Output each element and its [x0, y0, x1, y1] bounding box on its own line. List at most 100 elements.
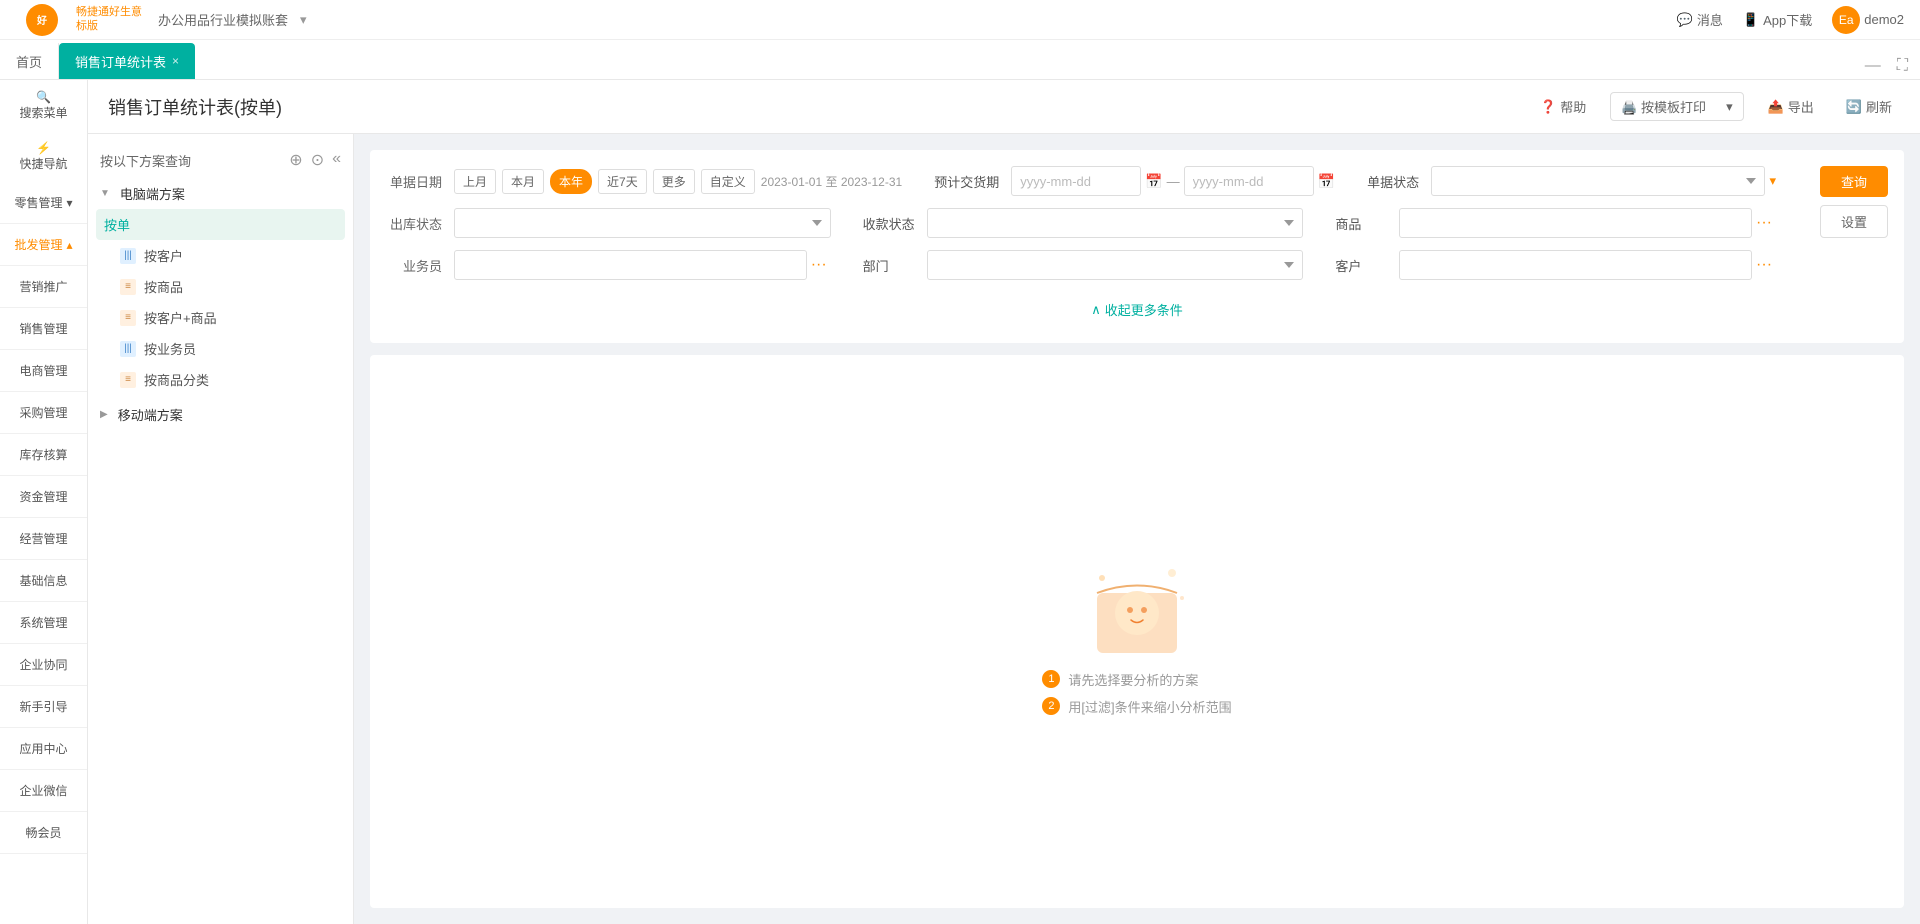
analysis-panel-title: 按以下方案查询 — [100, 151, 191, 170]
pc-scheme-title[interactable]: ▼ 电脑端方案 — [88, 178, 353, 209]
prev-month-btn[interactable]: 上月 — [454, 169, 496, 194]
tab-home-label: 首页 — [16, 52, 42, 71]
status-label: 单据状态 — [1367, 172, 1419, 191]
sidebar-marketing-label: 营销推广 — [8, 278, 79, 295]
department-select[interactable] — [927, 250, 1304, 280]
user-menu[interactable]: Ea demo2 — [1832, 6, 1904, 34]
tab-active-label: 销售订单统计表 — [75, 52, 166, 71]
hint-num-1: 1 — [1042, 670, 1060, 688]
message-button[interactable]: 💬 消息 — [1677, 10, 1723, 29]
query-button[interactable]: 查询 — [1820, 166, 1888, 197]
sidebar-item-finance[interactable]: 资金管理 — [0, 476, 87, 518]
tab-active[interactable]: 销售订单统计表 × — [59, 43, 195, 79]
calendar-start-icon[interactable]: 📅 — [1145, 173, 1162, 190]
sidebar-item-retail[interactable]: 零售管理 ▾ — [0, 182, 87, 224]
sidebar-item-basic-info[interactable]: 基础信息 — [0, 560, 87, 602]
brand-name: 畅捷通好生意 — [76, 6, 142, 19]
print-label: 按模板打印 — [1641, 100, 1706, 115]
scheme-goods-category-label: 按商品分类 — [144, 370, 209, 389]
sidebar-item-ecommerce[interactable]: 电商管理 — [0, 350, 87, 392]
curr-month-btn[interactable]: 本月 — [502, 169, 544, 194]
department-label: 部门 — [863, 256, 915, 275]
collapse-bar[interactable]: ∧ 收起更多条件 — [386, 292, 1888, 327]
customer-input[interactable] — [1399, 250, 1752, 280]
top-bar: 好 畅捷通好生意 标版 办公用品行业模拟账套 ▾ 💬 消息 📱 App下载 Ea… — [0, 0, 1920, 40]
right-content: 单据日期 上月 本月 本年 近7天 更多 自定义 2023-01-01 至 20… — [354, 134, 1920, 924]
analysis-panel: 按以下方案查询 ⊕ ⊙ « ▼ 电脑端方案 按单 — [88, 134, 354, 924]
filter-container: 单据日期 上月 本月 本年 近7天 更多 自定义 2023-01-01 至 20… — [370, 150, 1904, 343]
sidebar-item-enterprise[interactable]: 企业协同 — [0, 644, 87, 686]
sidebar-item-search[interactable]: 🔍 搜索菜单 — [0, 80, 87, 131]
department-wrap — [927, 250, 1304, 280]
scheme-item-salesperson[interactable]: ||| 按业务员 — [88, 333, 353, 364]
add-scheme-icon[interactable]: ⊕ — [289, 150, 302, 170]
sidebar-item-sales[interactable]: 销售管理 — [0, 308, 87, 350]
date-label: 单据日期 — [386, 172, 442, 191]
print-dropdown-icon[interactable]: ▾ — [1716, 95, 1743, 119]
tab-minimize-icon[interactable]: — — [1861, 53, 1885, 79]
mobile-scheme-title[interactable]: ▶ 移动端方案 — [88, 399, 353, 430]
this-year-btn[interactable]: 本年 — [550, 169, 592, 194]
help-button[interactable]: ❓ 帮助 — [1532, 93, 1594, 120]
sidebar-item-apps[interactable]: 应用中心 — [0, 728, 87, 770]
active-scheme[interactable]: 按单 — [96, 209, 345, 240]
scheme-item-goods[interactable]: ≡ 按商品 — [88, 271, 353, 302]
delivery-status-select[interactable] — [454, 208, 831, 238]
mobile-scheme-section: ▶ 移动端方案 — [88, 399, 353, 430]
tab-close-icon[interactable]: × — [172, 54, 179, 68]
scheme-item-goods-category[interactable]: ≡ 按商品分类 — [88, 364, 353, 395]
refresh-icon: 🔄 — [1846, 99, 1862, 115]
expected-date-end[interactable] — [1184, 166, 1314, 196]
status-select[interactable] — [1431, 166, 1765, 196]
delivery-status-label: 出库状态 — [386, 214, 442, 233]
sidebar-item-system[interactable]: 系统管理 — [0, 602, 87, 644]
expected-date-start[interactable] — [1011, 166, 1141, 196]
mobile-scheme-label: 移动端方案 — [118, 405, 183, 424]
sidebar-finance-label: 资金管理 — [8, 488, 79, 505]
brand-subtitle: 标版 — [76, 20, 142, 33]
app-name-dropdown-icon[interactable]: ▾ — [300, 12, 307, 28]
more-btn[interactable]: 更多 — [653, 169, 695, 194]
tab-home[interactable]: 首页 — [0, 43, 59, 79]
calendar-end-icon[interactable]: 📅 — [1318, 173, 1335, 190]
salesperson-more-btn[interactable]: ··· — [807, 256, 831, 274]
sidebar-item-member[interactable]: 畅会员 — [0, 812, 87, 854]
sidebar-item-quick-nav[interactable]: ⚡ 快捷导航 — [0, 131, 87, 182]
sidebar-item-wholesale[interactable]: 批发管理 ▴ — [0, 224, 87, 266]
user-name: demo2 — [1864, 12, 1904, 27]
settings-button[interactable]: 设置 — [1820, 205, 1888, 238]
sidebar-retail-label: 零售管理 — [14, 194, 62, 211]
empty-svg — [1072, 548, 1202, 658]
sidebar-item-tutorial[interactable]: 新手引导 — [0, 686, 87, 728]
sidebar-item-inventory[interactable]: 库存核算 — [0, 434, 87, 476]
salesperson-input[interactable] — [454, 250, 807, 280]
filter-row-3: 业务员 ··· 部门 客户 — [386, 250, 1888, 280]
empty-hint-1: 1 请先选择要分析的方案 — [1042, 670, 1231, 689]
sidebar-item-purchase[interactable]: 采购管理 — [0, 392, 87, 434]
export-button[interactable]: 📤 导出 — [1760, 93, 1822, 120]
settings-scheme-icon[interactable]: ⊙ — [311, 150, 324, 170]
status-dropdown-icon[interactable]: ▾ — [1769, 173, 1776, 189]
payment-status-select[interactable] — [927, 208, 1304, 238]
refresh-button[interactable]: 🔄 刷新 — [1838, 93, 1900, 120]
sidebar-item-wechat[interactable]: 企业微信 — [0, 770, 87, 812]
scheme-item-customer[interactable]: ||| 按客户 — [88, 240, 353, 271]
download-button[interactable]: 📱 App下载 — [1743, 10, 1812, 29]
scheme-item-customer-goods[interactable]: ≡ 按客户+商品 — [88, 302, 353, 333]
hint-text-1: 请先选择要分析的方案 — [1068, 670, 1198, 689]
tab-maximize-icon[interactable]: ⛶ — [1893, 53, 1912, 79]
sidebar-item-operations[interactable]: 经营管理 — [0, 518, 87, 560]
7days-btn[interactable]: 近7天 — [598, 169, 647, 194]
print-button[interactable]: 🖨️ 按模板打印 — [1611, 93, 1716, 120]
date-separator: — — [1167, 174, 1180, 189]
sidebar-wholesale-label: 批发管理 — [14, 236, 62, 253]
sidebar-item-marketing[interactable]: 营销推广 — [0, 266, 87, 308]
goods-more-btn[interactable]: ··· — [1752, 214, 1776, 232]
customer-more-btn[interactable]: ··· — [1752, 256, 1776, 274]
sidebar-search-label: 搜索菜单 — [8, 104, 79, 121]
main-layout: 🔍 搜索菜单 ⚡ 快捷导航 零售管理 ▾ 批发管理 ▴ 营销推广 销售管理 电商… — [0, 80, 1920, 924]
collapse-panel-icon[interactable]: « — [332, 150, 341, 170]
custom-btn[interactable]: 自定义 — [701, 169, 755, 194]
goods-input[interactable] — [1399, 208, 1752, 238]
page-header: 销售订单统计表(按单) ❓ 帮助 🖨️ 按模板打印 ▾ 📤 导出 — [88, 80, 1920, 134]
